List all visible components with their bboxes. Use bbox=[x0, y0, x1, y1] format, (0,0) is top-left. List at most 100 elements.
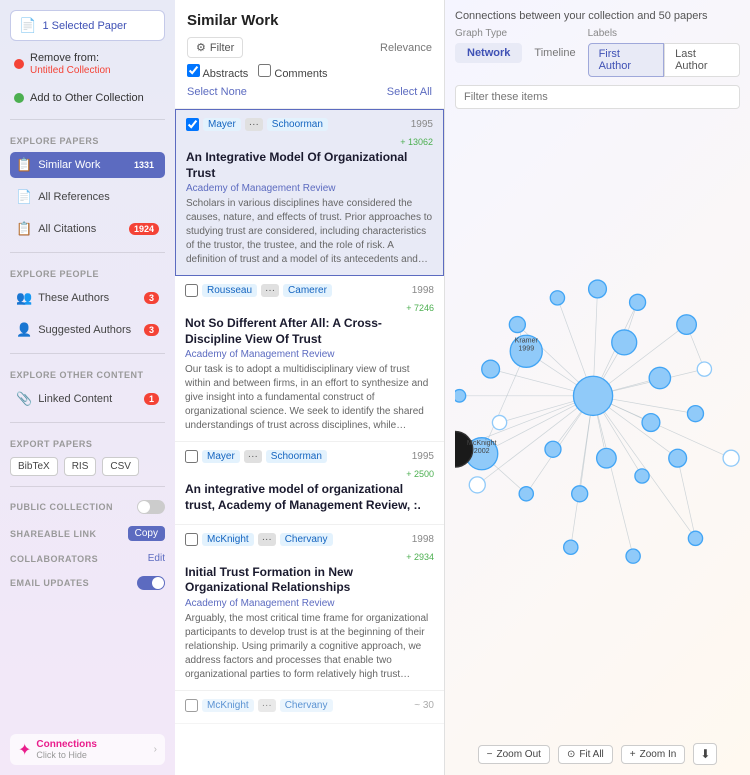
sidebar-item-similar-work[interactable]: 📋 Similar Work 1331 bbox=[10, 152, 165, 178]
document-icon: 📄 bbox=[19, 17, 36, 34]
abstracts-checkbox[interactable] bbox=[187, 64, 200, 77]
paper-checkbox[interactable] bbox=[185, 284, 198, 297]
export-label: EXPORT PAPERS bbox=[10, 439, 165, 449]
author-more-1: ··· bbox=[258, 699, 276, 712]
paper-top-row: McKnight ··· Chervany ~ 30 bbox=[185, 699, 434, 712]
sidebar-item-all-references[interactable]: 📄 All References bbox=[10, 184, 165, 210]
paper-citations: + 2934 bbox=[406, 552, 434, 562]
tab-first-author[interactable]: First Author bbox=[588, 43, 665, 77]
paper-abstract: Scholars in various disciplines have con… bbox=[186, 197, 433, 267]
network-graph: .gnode-blue { fill: #90caf9; stroke: #42… bbox=[455, 117, 740, 737]
divider-2 bbox=[10, 252, 165, 253]
sidebar-item-all-citations[interactable]: 📋 All Citations 1924 bbox=[10, 216, 165, 242]
middle-header: Similar Work ⚙ Filter Relevance Abstract… bbox=[175, 0, 444, 109]
edit-collaborators-link[interactable]: Edit bbox=[148, 553, 165, 564]
ris-btn[interactable]: RIS bbox=[64, 457, 97, 476]
fit-all-btn[interactable]: ⊙ Fit All bbox=[558, 745, 613, 764]
abstracts-checkbox-label[interactable]: Abstracts bbox=[187, 64, 248, 80]
sidebar-item-these-authors[interactable]: 👥 These Authors 3 bbox=[10, 285, 165, 311]
paper-checkbox[interactable] bbox=[185, 699, 198, 712]
paper-top-row: McKnight ··· Chervany 1998 bbox=[185, 533, 434, 546]
sidebar-item-suggested-authors[interactable]: 👤 Suggested Authors 3 bbox=[10, 317, 165, 343]
zoom-in-btn[interactable]: + Zoom In bbox=[621, 745, 686, 764]
all-references-icon: 📄 bbox=[16, 189, 32, 205]
author-more-1: ··· bbox=[258, 533, 276, 546]
collaborators-row: COLLABORATORS Edit bbox=[10, 550, 165, 567]
zoom-out-icon: − bbox=[487, 749, 493, 760]
shareable-link-row: SHAREABLE LINK Copy bbox=[10, 523, 165, 544]
these-authors-icon: 👥 bbox=[16, 290, 32, 306]
these-authors-label: These Authors bbox=[38, 292, 109, 304]
tab-network[interactable]: Network bbox=[455, 43, 522, 63]
right-panel: Connections between your collection and … bbox=[445, 0, 750, 775]
paper-item[interactable]: McKnight ··· Chervany ~ 30 bbox=[175, 691, 444, 724]
public-collection-row: PUBLIC COLLECTION bbox=[10, 497, 165, 517]
selected-paper-btn[interactable]: 📄 1 Selected Paper bbox=[10, 10, 165, 41]
suggested-authors-label: Suggested Authors bbox=[38, 324, 131, 336]
add-collection-label: Add to Other Collection bbox=[30, 92, 144, 104]
similar-work-icon: 📋 bbox=[16, 157, 32, 173]
divider-5 bbox=[10, 486, 165, 487]
divider-4 bbox=[10, 422, 165, 423]
add-to-collection-btn[interactable]: Add to Other Collection bbox=[10, 87, 165, 109]
zoom-out-label: Zoom Out bbox=[496, 749, 540, 760]
shareable-link-label: SHAREABLE LINK bbox=[10, 529, 97, 539]
author-tag-1: Rousseau bbox=[202, 284, 257, 297]
paper-item[interactable]: McKnight ··· Chervany 1998 + 2934 Initia… bbox=[175, 525, 444, 691]
svg-text:1999: 1999 bbox=[518, 344, 534, 352]
comments-checkbox[interactable] bbox=[258, 64, 271, 77]
paper-year: 1998 bbox=[412, 285, 434, 296]
public-collection-toggle[interactable] bbox=[137, 500, 165, 514]
copy-link-btn[interactable]: Copy bbox=[128, 526, 165, 541]
zoom-out-btn[interactable]: − Zoom Out bbox=[478, 745, 550, 764]
select-none-link[interactable]: Select None bbox=[187, 86, 247, 98]
all-citations-badge: 1924 bbox=[129, 223, 159, 235]
graph-controls: Graph Type Network Timeline Labels First… bbox=[455, 28, 740, 77]
labels-section: Labels First Author Last Author bbox=[588, 28, 740, 77]
suggested-authors-badge: 3 bbox=[144, 324, 159, 336]
paper-item[interactable]: Mayer ··· Schoorman 1995 + 2500 An integ… bbox=[175, 442, 444, 524]
fit-all-icon: ⊙ bbox=[567, 749, 575, 760]
download-btn[interactable]: ⬇ bbox=[693, 743, 717, 765]
fit-all-label: Fit All bbox=[579, 749, 603, 760]
collection-name: Untitled Collection bbox=[30, 65, 111, 76]
all-references-label: All References bbox=[38, 191, 110, 203]
tab-last-author[interactable]: Last Author bbox=[664, 43, 740, 77]
label-tabs: First Author Last Author bbox=[588, 43, 740, 77]
sidebar: 📄 1 Selected Paper Remove from: Untitled… bbox=[0, 0, 175, 775]
paper-item[interactable]: Mayer ··· Schoorman 1995 + 13062 An Inte… bbox=[175, 109, 444, 276]
remove-from-text: Remove from: Untitled Collection bbox=[30, 52, 111, 76]
graph-type-tabs: Network Timeline bbox=[455, 43, 588, 63]
remove-from-btn[interactable]: Remove from: Untitled Collection bbox=[10, 47, 165, 81]
connections-sub-label: Click to Hide bbox=[36, 750, 97, 760]
select-all-link[interactable]: Select All bbox=[387, 86, 432, 98]
filter-items-input[interactable] bbox=[455, 85, 740, 109]
connections-bar[interactable]: ✦ Connections Click to Hide › bbox=[10, 734, 165, 765]
filter-row: ⚙ Filter Relevance bbox=[187, 37, 432, 58]
email-updates-toggle[interactable] bbox=[137, 576, 165, 590]
linked-content-badge: 1 bbox=[144, 393, 159, 405]
panel-title: Similar Work bbox=[187, 12, 432, 29]
bibtex-btn[interactable]: BibTeX bbox=[10, 457, 58, 476]
comments-checkbox-label[interactable]: Comments bbox=[258, 64, 327, 80]
connections-text-block: Connections Click to Hide bbox=[36, 739, 97, 760]
relevance-label: Relevance bbox=[380, 42, 432, 54]
author-tag-2: Camerer bbox=[283, 284, 332, 297]
paper-checkbox[interactable] bbox=[185, 533, 198, 546]
sidebar-item-linked-content[interactable]: 📎 Linked Content 1 bbox=[10, 386, 165, 412]
paper-checkbox[interactable] bbox=[186, 118, 199, 131]
divider-1 bbox=[10, 119, 165, 120]
svg-text:Kramer: Kramer bbox=[515, 336, 539, 344]
paper-item[interactable]: Rousseau ··· Camerer 1998 + 7246 Not So … bbox=[175, 276, 444, 442]
filter-btn[interactable]: ⚙ Filter bbox=[187, 37, 243, 58]
right-panel-header: Connections between your collection and … bbox=[455, 10, 740, 22]
paper-top-row: Mayer ··· Schoorman 1995 bbox=[185, 450, 434, 463]
tab-timeline[interactable]: Timeline bbox=[522, 43, 587, 63]
paper-journal: Academy of Management Review bbox=[186, 183, 433, 194]
zoom-in-label: Zoom In bbox=[640, 749, 677, 760]
csv-btn[interactable]: CSV bbox=[102, 457, 139, 476]
comments-label: Comments bbox=[274, 68, 327, 80]
paper-checkbox[interactable] bbox=[185, 450, 198, 463]
explore-papers-label: EXPLORE PAPERS bbox=[10, 136, 165, 146]
similar-work-label: Similar Work bbox=[38, 159, 100, 171]
